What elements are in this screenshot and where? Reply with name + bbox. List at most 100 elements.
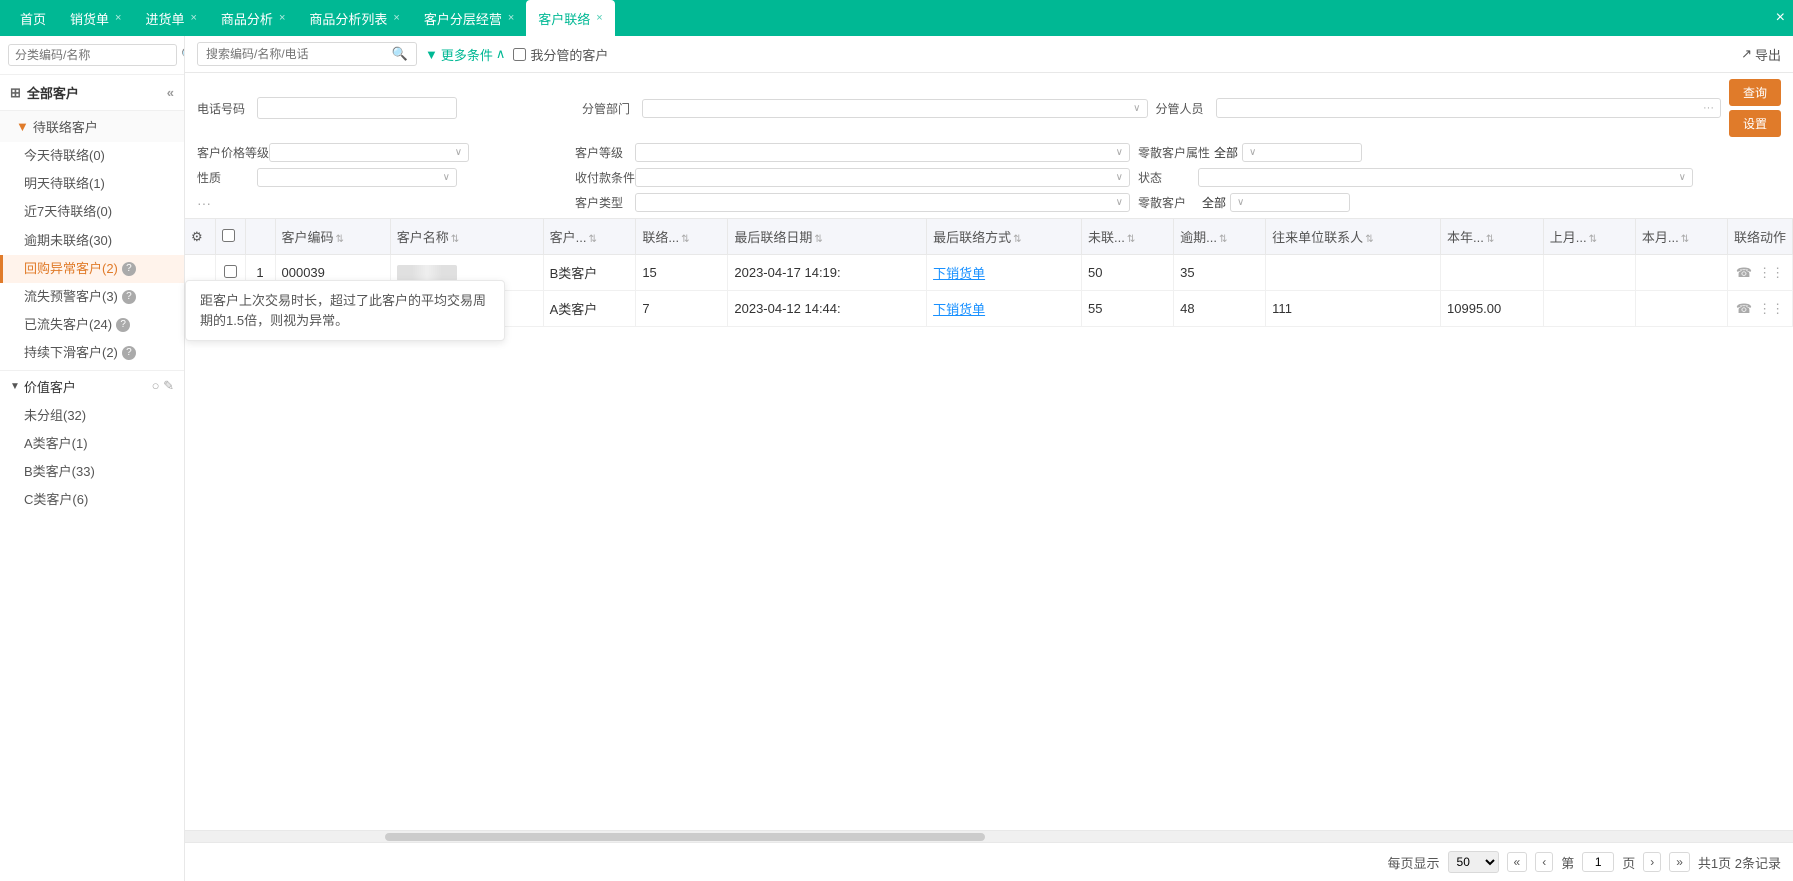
close-all-button[interactable]: ×	[1776, 9, 1785, 27]
nav-sales-order[interactable]: 销货单 ×	[58, 0, 133, 36]
settings-icon[interactable]: ⚙	[191, 229, 203, 244]
th-unit-contacts[interactable]: 往来单位联系人⇅	[1266, 219, 1441, 255]
customer-level-field: 客户等级 ∨	[575, 143, 1130, 162]
th-overdue[interactable]: 逾期...⇅	[1174, 219, 1266, 255]
customer-type-select[interactable]: ∨	[635, 193, 1130, 212]
cell-last-method[interactable]: 下销货单	[927, 255, 1082, 291]
sidebar-item-today-contact[interactable]: 今天待联络(0)	[0, 142, 184, 170]
th-checkbox	[215, 219, 245, 255]
cell-overdue: 35	[1174, 255, 1266, 291]
phone-action-icon[interactable]: ☎	[1736, 265, 1752, 281]
sidebar-item-class-a[interactable]: A类客户(1)	[0, 430, 184, 458]
sidebar-item-overdue-contact[interactable]: 逾期未联络(30)	[0, 227, 184, 255]
first-page-button[interactable]: «	[1507, 852, 1528, 872]
sidebar-item-lost[interactable]: 已流失客户(24) ?	[0, 311, 184, 339]
retail-attr-select[interactable]: ∨	[1242, 143, 1362, 162]
th-last-month[interactable]: 上月...⇅	[1543, 219, 1635, 255]
page-input[interactable]	[1582, 852, 1614, 872]
nav-customer-contact[interactable]: 客户联络 ×	[526, 0, 614, 36]
manager-select[interactable]: ···	[1216, 98, 1722, 118]
nature-field: 性质 ∨	[197, 168, 567, 187]
last-method-link[interactable]: 下销货单	[933, 302, 985, 317]
sidebar-item-class-c[interactable]: C类客户(6)	[0, 486, 184, 514]
close-icon[interactable]: ×	[508, 12, 514, 24]
sidebar-item-unclassified[interactable]: 未分组(32)	[0, 402, 184, 430]
close-icon[interactable]: ×	[115, 12, 121, 24]
my-customers-check[interactable]	[513, 48, 526, 61]
retail-customer-select[interactable]: ∨	[1230, 193, 1350, 212]
th-this-year[interactable]: 本年...⇅	[1441, 219, 1544, 255]
cell-unit-contacts	[1266, 255, 1441, 291]
close-icon[interactable]: ×	[596, 12, 602, 24]
search-icon[interactable]: 🔍	[392, 46, 408, 62]
nav-product-analysis[interactable]: 商品分析 ×	[209, 0, 297, 36]
pending-contact-section[interactable]: ▼ 待联络客户	[0, 111, 184, 142]
category-search-input[interactable]	[8, 44, 177, 66]
price-level-select[interactable]: ∨	[269, 143, 469, 162]
close-icon[interactable]: ×	[279, 12, 285, 24]
payment-field: 收付款条件 ∨	[575, 168, 1130, 187]
select-all-checkbox[interactable]	[222, 229, 235, 242]
th-last-contact-date[interactable]: 最后联络日期⇅	[728, 219, 927, 255]
row-checkbox[interactable]	[224, 265, 237, 278]
th-customer-name[interactable]: 客户名称⇅	[390, 219, 543, 255]
search-input[interactable]	[206, 47, 392, 61]
cell-type: B类客户	[543, 255, 636, 291]
customer-level-select[interactable]: ∨	[635, 143, 1130, 162]
nav-purchase-order[interactable]: 进货单 ×	[133, 0, 208, 36]
nature-select[interactable]: ∨	[257, 168, 457, 187]
payment-select[interactable]: ∨	[635, 168, 1130, 187]
horizontal-scrollbar[interactable]	[185, 830, 1793, 842]
th-contact-count[interactable]: 联络...⇅	[636, 219, 728, 255]
next-page-button[interactable]: ›	[1643, 852, 1661, 872]
info-icon: ?	[122, 346, 136, 360]
th-not-contact[interactable]: 未联...⇅	[1082, 219, 1174, 255]
value-customers-group[interactable]: ▼ 价值客户 ○ ✎	[0, 370, 184, 402]
more-action-icon[interactable]: ⋮⋮	[1758, 265, 1784, 281]
th-this-month[interactable]: 本月...⇅	[1635, 219, 1727, 255]
th-customer-code[interactable]: 客户编码⇅	[275, 219, 390, 255]
per-page-select[interactable]: 50 100 200	[1448, 851, 1499, 873]
status-select[interactable]: ∨	[1198, 168, 1693, 187]
nav-product-analysis-list[interactable]: 商品分析列表 ×	[297, 0, 411, 36]
more-conditions-button[interactable]: ▼ 更多条件 ∧	[425, 45, 505, 64]
edit-icon[interactable]: ○ ✎	[152, 378, 174, 394]
sidebar-item-declining[interactable]: 持续下滑客户(2) ?	[0, 339, 184, 367]
cell-last-method[interactable]: 下销货单	[927, 291, 1082, 327]
sidebar-item-repurchase-abnormal[interactable]: 回购异常客户(2) ?	[0, 255, 184, 283]
scrollbar-thumb[interactable]	[385, 833, 985, 841]
th-settings[interactable]: ⚙	[185, 219, 215, 255]
settings-button[interactable]: 设置	[1729, 110, 1781, 137]
payment-label: 收付款条件	[575, 169, 635, 186]
dots-expand[interactable]: ···	[197, 195, 257, 211]
all-customers-header[interactable]: ⊞ 全部客户 «	[0, 75, 184, 111]
phone-action-icon[interactable]: ☎	[1736, 301, 1752, 317]
collapse-sidebar-button[interactable]: «	[167, 85, 174, 100]
nav-customer-segments[interactable]: 客户分层经营 ×	[412, 0, 526, 36]
query-button[interactable]: 查询	[1729, 79, 1781, 106]
last-method-link[interactable]: 下销货单	[933, 266, 985, 281]
manager-label: 分管人员	[1156, 100, 1216, 117]
dept-select[interactable]: ∨	[642, 99, 1148, 118]
close-icon[interactable]: ×	[190, 12, 196, 24]
price-level-field: 客户价格等级 ∨	[197, 143, 567, 162]
sidebar-item-lost-warning[interactable]: 流失预警客户(3) ?	[0, 283, 184, 311]
last-page-button[interactable]: »	[1669, 852, 1690, 872]
customer-type-label: 客户类型	[575, 194, 635, 211]
close-icon[interactable]: ×	[393, 12, 399, 24]
phone-input[interactable]	[257, 97, 457, 119]
nav-home[interactable]: 首页	[8, 0, 58, 36]
sidebar-item-tomorrow-contact[interactable]: 明天待联络(1)	[0, 170, 184, 198]
cell-not-contact: 55	[1082, 291, 1174, 327]
sort-icon: ⇅	[1013, 234, 1021, 245]
retail-customer-field: 零散客户 全部 ∨	[1138, 193, 1693, 212]
prev-page-button[interactable]: ‹	[1535, 852, 1553, 872]
more-action-icon[interactable]: ⋮⋮	[1758, 301, 1784, 317]
th-customer-type[interactable]: 客户...⇅	[543, 219, 636, 255]
cell-last-date: 2023-04-12 14:44:	[728, 291, 927, 327]
chevron-down-icon: ∨	[443, 172, 450, 183]
sidebar-item-class-b[interactable]: B类客户(33)	[0, 458, 184, 486]
export-button[interactable]: ↗ 导出	[1741, 45, 1781, 64]
sidebar-item-7day-contact[interactable]: 近7天待联络(0)	[0, 198, 184, 226]
th-last-contact-method[interactable]: 最后联络方式⇅	[927, 219, 1082, 255]
